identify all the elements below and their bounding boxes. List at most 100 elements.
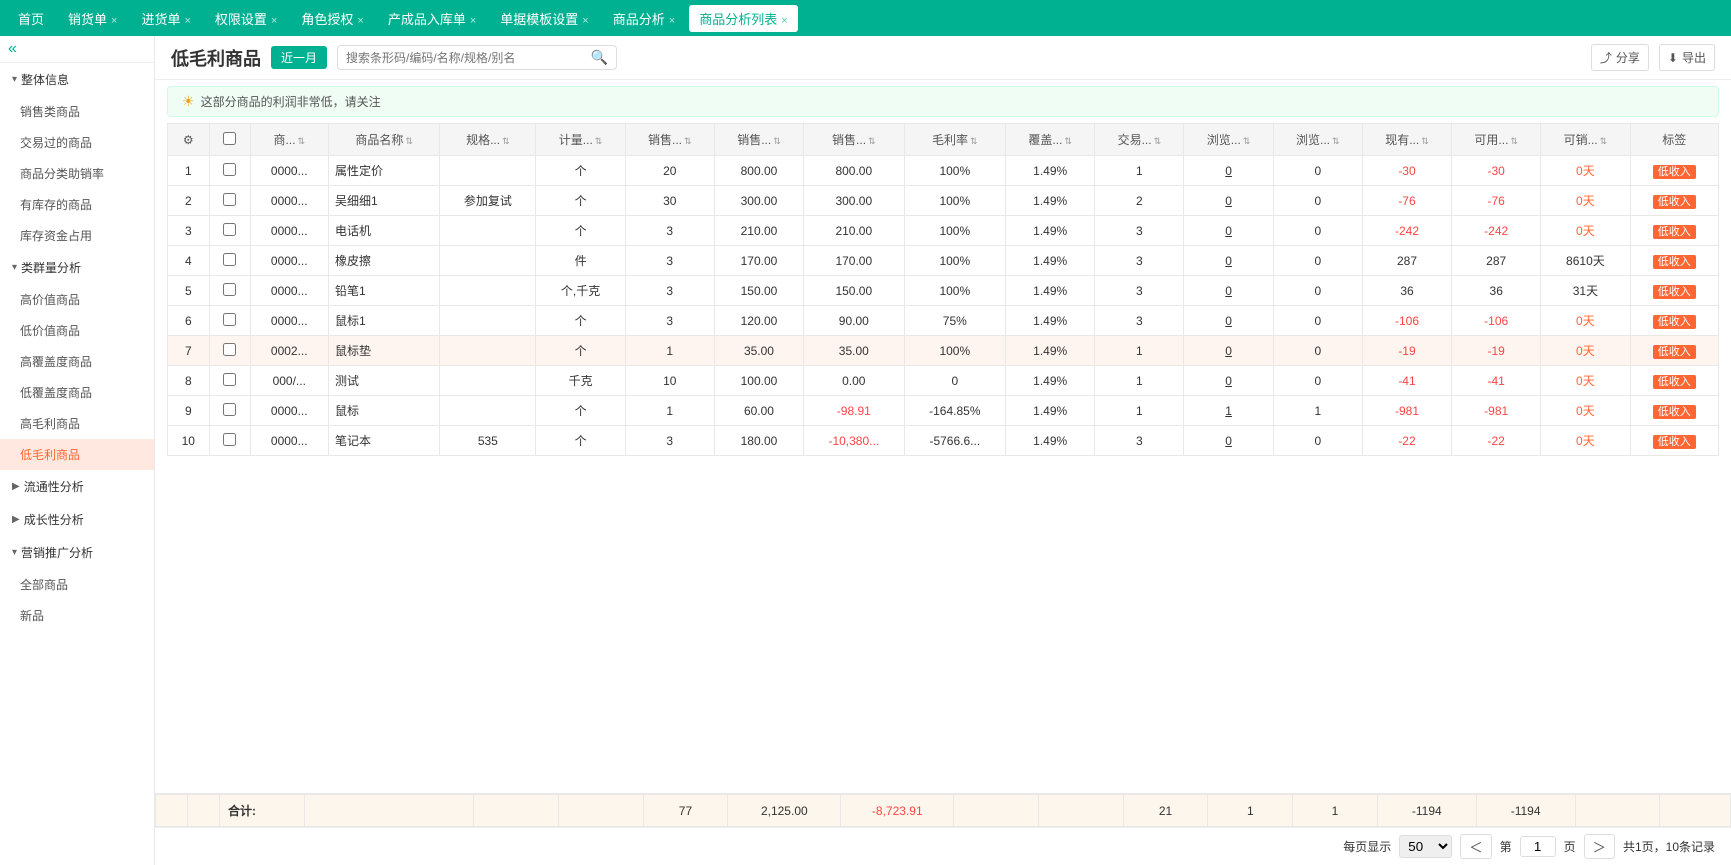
page-number-input[interactable] bbox=[1520, 836, 1556, 857]
nav-purchase[interactable]: 进货单× bbox=[131, 5, 200, 32]
sidebar-item-new-products[interactable]: 新品 bbox=[0, 600, 154, 631]
sort-icon-5[interactable]: ⇅ bbox=[684, 136, 692, 146]
row-checkbox[interactable] bbox=[209, 336, 250, 366]
sort-icon-2[interactable]: ⇅ bbox=[405, 136, 413, 146]
row-checkbox[interactable] bbox=[209, 276, 250, 306]
row-select-checkbox[interactable] bbox=[223, 343, 236, 356]
search-input[interactable] bbox=[346, 51, 587, 65]
sidebar-item-high-margin[interactable]: 高毛利商品 bbox=[0, 408, 154, 439]
sort-icon-6[interactable]: ⇅ bbox=[773, 136, 781, 146]
row-checkbox[interactable] bbox=[209, 186, 250, 216]
sidebar-group-growth[interactable]: ▶ 成长性分析 bbox=[0, 503, 154, 536]
views1-link[interactable]: 0 bbox=[1225, 194, 1232, 208]
sort-icon-8[interactable]: ⇅ bbox=[970, 136, 978, 146]
nav-role-auth[interactable]: 角色授权× bbox=[291, 5, 373, 32]
next-page-btn[interactable]: ＞ bbox=[1584, 834, 1615, 859]
prev-page-btn[interactable]: ＜ bbox=[1460, 834, 1491, 859]
row-views1[interactable]: 0 bbox=[1184, 186, 1273, 216]
views1-link[interactable]: 0 bbox=[1225, 314, 1232, 328]
row-checkbox[interactable] bbox=[209, 426, 250, 456]
row-select-checkbox[interactable] bbox=[223, 403, 236, 416]
select-all-checkbox[interactable] bbox=[223, 132, 236, 145]
views1-link[interactable]: 1 bbox=[1225, 404, 1232, 418]
row-name[interactable]: 属性定价 bbox=[328, 156, 439, 186]
row-select-checkbox[interactable] bbox=[223, 253, 236, 266]
sidebar-item-category-sales-rate[interactable]: 商品分类助销率 bbox=[0, 158, 154, 189]
row-name[interactable]: 测试 bbox=[328, 366, 439, 396]
sort-icon-15[interactable]: ⇅ bbox=[1600, 136, 1608, 146]
views1-link[interactable]: 0 bbox=[1225, 164, 1232, 178]
views1-link[interactable]: 0 bbox=[1225, 224, 1232, 238]
row-select-checkbox[interactable] bbox=[223, 433, 236, 446]
sidebar-item-low-value[interactable]: 低价值商品 bbox=[0, 315, 154, 346]
sort-icon-9[interactable]: ⇅ bbox=[1064, 136, 1072, 146]
col-settings[interactable]: ⚙ bbox=[168, 124, 210, 156]
row-select-checkbox[interactable] bbox=[223, 223, 236, 236]
sidebar-group-cluster[interactable]: ▾ 类群量分析 bbox=[0, 251, 154, 284]
row-checkbox[interactable] bbox=[209, 216, 250, 246]
views1-link[interactable]: 0 bbox=[1225, 284, 1232, 298]
sidebar-item-low-margin[interactable]: 低毛利商品 bbox=[0, 439, 154, 470]
sort-icon[interactable]: ⇅ bbox=[297, 136, 305, 146]
row-name[interactable]: 鼠标1 bbox=[328, 306, 439, 336]
sort-icon-13[interactable]: ⇅ bbox=[1421, 136, 1429, 146]
row-checkbox[interactable] bbox=[209, 306, 250, 336]
row-checkbox[interactable] bbox=[209, 156, 250, 186]
row-views1[interactable]: 0 bbox=[1184, 156, 1273, 186]
row-checkbox[interactable] bbox=[209, 396, 250, 426]
sidebar-item-high-value[interactable]: 高价值商品 bbox=[0, 284, 154, 315]
sort-icon-10[interactable]: ⇅ bbox=[1154, 136, 1162, 146]
search-box[interactable]: 🔍 bbox=[337, 45, 617, 70]
row-name[interactable]: 鼠标 bbox=[328, 396, 439, 426]
row-views1[interactable]: 0 bbox=[1184, 366, 1273, 396]
row-name[interactable]: 电话机 bbox=[328, 216, 439, 246]
period-button[interactable]: 近一月 bbox=[271, 46, 327, 69]
col-checkbox[interactable] bbox=[209, 124, 250, 156]
row-views1[interactable]: 0 bbox=[1184, 306, 1273, 336]
row-select-checkbox[interactable] bbox=[223, 373, 236, 386]
row-name[interactable]: 吴细细1 bbox=[328, 186, 439, 216]
search-icon[interactable]: 🔍 bbox=[591, 49, 608, 66]
sort-icon-4[interactable]: ⇅ bbox=[595, 136, 603, 146]
nav-template-settings[interactable]: 单据模板设置× bbox=[490, 5, 598, 32]
nav-product-analysis-list[interactable]: 商品分析列表× bbox=[689, 5, 797, 32]
per-page-select[interactable]: 50 100 200 bbox=[1399, 835, 1452, 858]
export-button[interactable]: ⬇ 导出 bbox=[1659, 44, 1715, 71]
views1-link[interactable]: 0 bbox=[1225, 434, 1232, 448]
row-name[interactable]: 笔记本 bbox=[328, 426, 439, 456]
row-views1[interactable]: 0 bbox=[1184, 336, 1273, 366]
row-views1[interactable]: 0 bbox=[1184, 426, 1273, 456]
share-button[interactable]: ⤴ 分享 bbox=[1591, 44, 1649, 71]
sidebar-item-traded-products[interactable]: 交易过的商品 bbox=[0, 127, 154, 158]
row-views1[interactable]: 0 bbox=[1184, 216, 1273, 246]
nav-product-entry[interactable]: 产成品入库单× bbox=[378, 5, 486, 32]
views1-link[interactable]: 0 bbox=[1225, 374, 1232, 388]
sidebar-item-low-coverage[interactable]: 低覆盖度商品 bbox=[0, 377, 154, 408]
sidebar-group-liquidity[interactable]: ▶ 流通性分析 bbox=[0, 470, 154, 503]
row-checkbox[interactable] bbox=[209, 246, 250, 276]
row-select-checkbox[interactable] bbox=[223, 283, 236, 296]
row-name[interactable]: 铅笔1 bbox=[328, 276, 439, 306]
sort-icon-7[interactable]: ⇅ bbox=[868, 136, 876, 146]
sort-icon-11[interactable]: ⇅ bbox=[1243, 136, 1251, 146]
sidebar-collapse-btn[interactable]: « bbox=[8, 40, 17, 58]
sort-icon-3[interactable]: ⇅ bbox=[502, 136, 510, 146]
row-views1[interactable]: 0 bbox=[1184, 246, 1273, 276]
row-name[interactable]: 鼠标垫 bbox=[328, 336, 439, 366]
nav-home[interactable]: 首页 bbox=[8, 5, 54, 32]
views1-link[interactable]: 0 bbox=[1225, 344, 1232, 358]
row-select-checkbox[interactable] bbox=[223, 313, 236, 326]
sidebar-item-high-coverage[interactable]: 高覆盖度商品 bbox=[0, 346, 154, 377]
sidebar-item-stocked-products[interactable]: 有库存的商品 bbox=[0, 189, 154, 220]
sidebar-item-all-products[interactable]: 全部商品 bbox=[0, 569, 154, 600]
views1-link[interactable]: 0 bbox=[1225, 254, 1232, 268]
sidebar-group-marketing[interactable]: ▾ 营销推广分析 bbox=[0, 536, 154, 569]
row-select-checkbox[interactable] bbox=[223, 163, 236, 176]
row-checkbox[interactable] bbox=[209, 366, 250, 396]
sidebar-group-overall[interactable]: ▾ 整体信息 bbox=[0, 63, 154, 96]
row-select-checkbox[interactable] bbox=[223, 193, 236, 206]
nav-product-analysis[interactable]: 商品分析× bbox=[603, 5, 685, 32]
row-name[interactable]: 橡皮擦 bbox=[328, 246, 439, 276]
sidebar-item-inventory-capital[interactable]: 库存资金占用 bbox=[0, 220, 154, 251]
sort-icon-12[interactable]: ⇅ bbox=[1332, 136, 1340, 146]
